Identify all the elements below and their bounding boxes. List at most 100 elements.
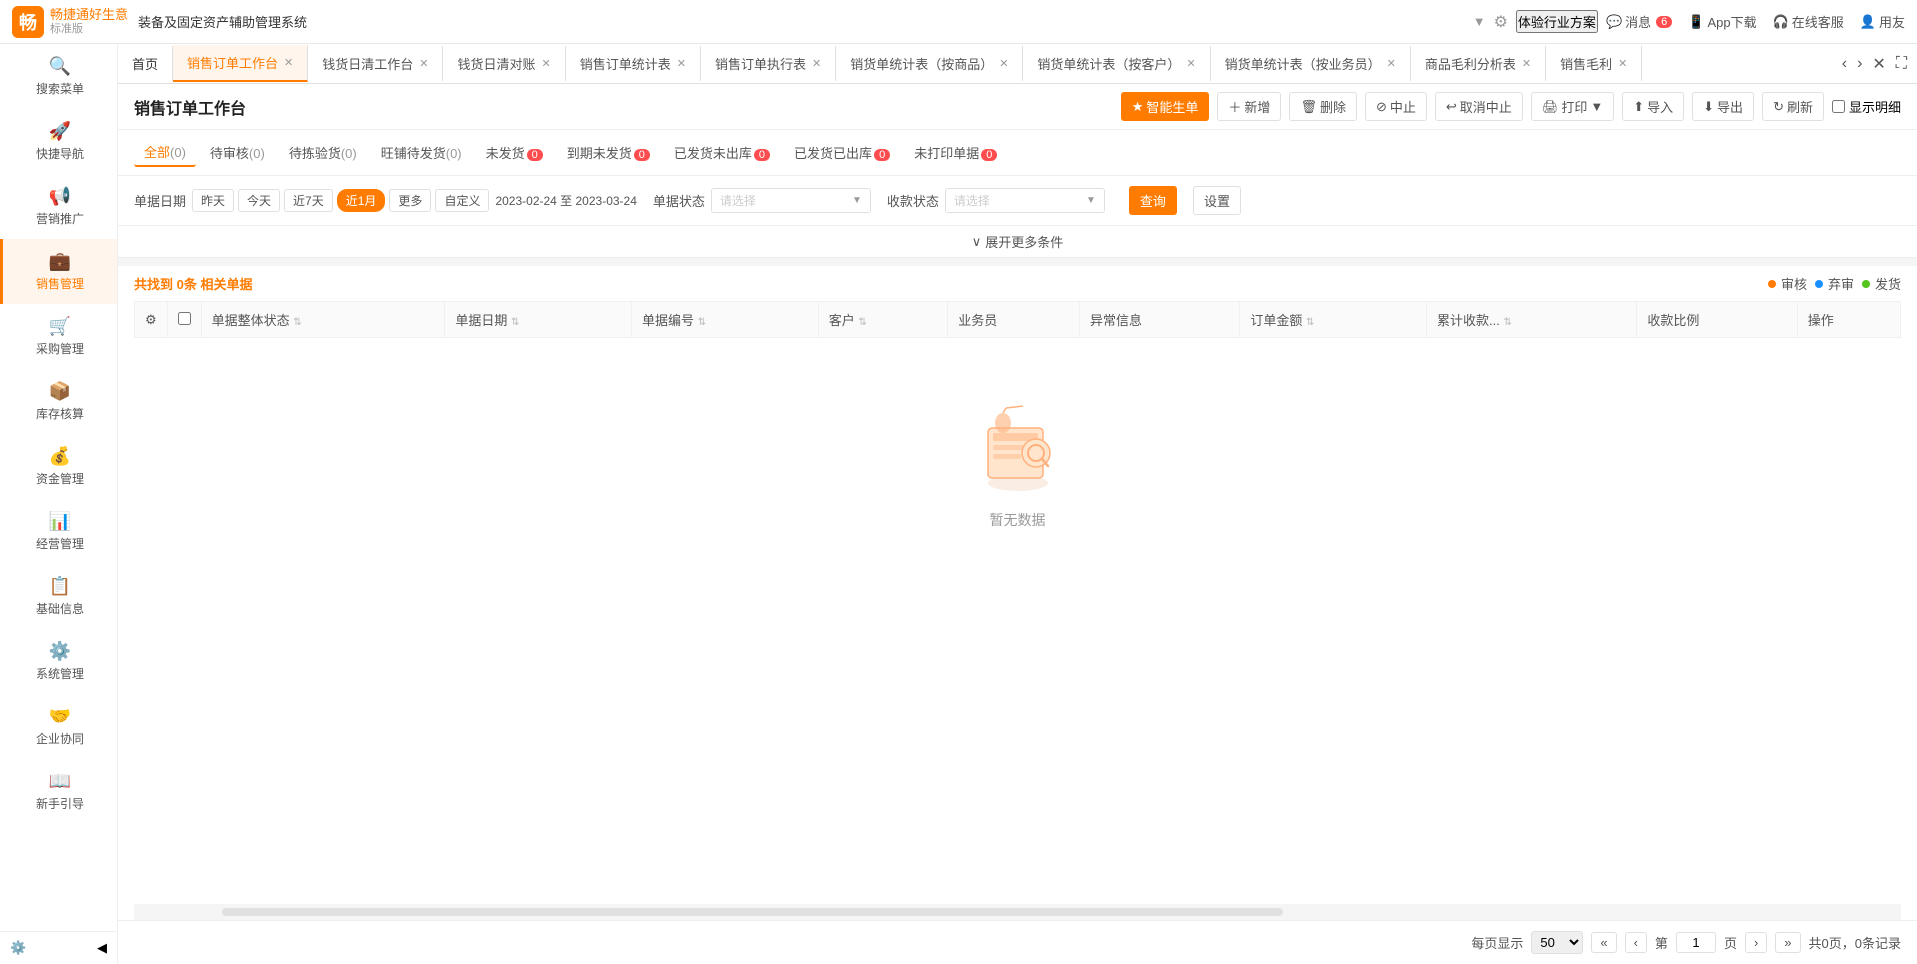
tab-cash-daily[interactable]: 钱货日清工作台 ✕ [308, 46, 443, 81]
filter-tab-wangpu-ship[interactable]: 旺铺待发货(0) [371, 139, 472, 166]
sort-customer-icon[interactable]: ⇅ [858, 317, 866, 328]
setting-button[interactable]: 设置 [1193, 186, 1241, 215]
print-button[interactable]: 🖨 打印 ▼ [1531, 92, 1614, 121]
sidebar-item-purchase[interactable]: 🛒 采购管理 [0, 304, 117, 369]
sidebar-item-finance[interactable]: 💰 资金管理 [0, 434, 117, 499]
horizontal-scrollbar[interactable] [134, 904, 1901, 920]
last-page-button[interactable]: » [1775, 932, 1800, 953]
expand-filter-button[interactable]: ∨ 展开更多条件 [972, 232, 1064, 251]
sidebar-item-guide[interactable]: 📖 新手引导 [0, 759, 117, 824]
sidebar-item-sales[interactable]: 💼 销售管理 [0, 239, 117, 304]
date-btn-today[interactable]: 今天 [238, 189, 280, 212]
tab-sales-stats[interactable]: 销售订单统计表 ✕ [566, 46, 701, 81]
sidebar-item-system[interactable]: ⚙️ 系统管理 [0, 629, 117, 694]
delete-button[interactable]: 🗑 删除 [1289, 92, 1357, 121]
show-detail-input[interactable] [1832, 100, 1845, 113]
sort-date-icon[interactable]: ⇅ [511, 317, 519, 328]
close-tab-icon[interactable]: ✕ [1387, 57, 1396, 70]
audit-action-button[interactable]: 审核 [1768, 274, 1807, 293]
rocket-icon: 🚀 [49, 121, 71, 142]
tab-cash-reconcile[interactable]: 钱货日清对账 ✕ [443, 46, 565, 81]
close-tab-icon[interactable]: ✕ [812, 57, 821, 70]
industry-solution-button[interactable]: 体验行业方案 [1516, 10, 1598, 33]
sidebar-item-quicknav[interactable]: 🚀 快捷导航 [0, 109, 117, 174]
query-button[interactable]: 查询 [1129, 186, 1177, 215]
online-service-button[interactable]: 🎧 在线客服 [1773, 12, 1844, 31]
sidebar-collapse-icon[interactable]: ◀ [97, 940, 107, 956]
filter-tab-shipped-not-out[interactable]: 已发货未出库0 [664, 139, 780, 166]
tab-sales-by-staff[interactable]: 销货单统计表（按业务员） ✕ [1211, 46, 1411, 81]
filter-tab-unshipped[interactable]: 未发货0 [476, 139, 553, 166]
sidebar-settings-icon[interactable]: ⚙️ [10, 940, 26, 956]
sort-received-icon[interactable]: ⇅ [1503, 317, 1511, 328]
close-tab-icon[interactable]: ✕ [677, 57, 686, 70]
dropdown-arrow-icon[interactable]: ▼ [1473, 14, 1486, 29]
close-tab-icon[interactable]: ✕ [542, 57, 551, 70]
smart-create-button[interactable]: ★ 智能生单 [1121, 92, 1210, 121]
tab-sales-by-product[interactable]: 销货单统计表（按商品） ✕ [836, 46, 1023, 81]
tab-sales-workbench[interactable]: 销售订单工作台 ✕ [173, 45, 308, 82]
filter-tab-shipped-out[interactable]: 已发货已出库0 [784, 139, 900, 166]
tab-fullscreen-icon[interactable]: ⛶ [1892, 53, 1911, 75]
filter-tab-pending-audit[interactable]: 待审核(0) [200, 139, 275, 166]
sidebar-item-search[interactable]: 🔍 搜索菜单 [0, 44, 117, 109]
stop-button[interactable]: ⊘ 中止 [1365, 92, 1427, 121]
sidebar-item-inventory[interactable]: 📦 库存核算 [0, 369, 117, 434]
tab-next-icon[interactable]: › [1853, 53, 1866, 75]
ship-action-button[interactable]: 发货 [1862, 274, 1901, 293]
print-dropdown-icon[interactable]: ▼ [1590, 99, 1603, 114]
settings-icon[interactable]: ⚙ [1494, 12, 1508, 32]
sort-amount-icon[interactable]: ⇅ [1306, 317, 1314, 328]
close-tab-icon[interactable]: ✕ [284, 56, 293, 69]
payment-select[interactable]: 请选择 ▼ [945, 188, 1105, 213]
filter-tab-all[interactable]: 全部(0) [134, 138, 196, 167]
app-download-button[interactable]: 📱 App下载 [1688, 12, 1756, 31]
scrollbar-thumb[interactable] [222, 908, 1282, 916]
date-btn-custom[interactable]: 自定义 [435, 189, 489, 212]
filter-tab-unprinted[interactable]: 未打印单据0 [904, 139, 1007, 166]
date-btn-yesterday[interactable]: 昨天 [192, 189, 234, 212]
column-gear[interactable]: ⚙ [135, 302, 168, 338]
refresh-button[interactable]: ↻ 刷新 [1762, 92, 1824, 121]
sidebar-item-marketing[interactable]: 📢 营销推广 [0, 174, 117, 239]
tab-home[interactable]: 首页 [118, 46, 173, 81]
add-button[interactable]: ＋ 新增 [1217, 92, 1281, 121]
sidebar-item-enterprise[interactable]: 🤝 企业协同 [0, 694, 117, 759]
select-all-checkbox[interactable] [178, 312, 191, 325]
column-checkbox[interactable] [167, 302, 201, 338]
close-tab-icon[interactable]: ✕ [1186, 57, 1195, 70]
user-button[interactable]: 👤 用友 [1860, 12, 1905, 31]
filter-tab-overdue[interactable]: 到期未发货0 [557, 139, 660, 166]
sidebar-item-basics[interactable]: 📋 基础信息 [0, 564, 117, 629]
sort-status-icon[interactable]: ⇅ [293, 317, 301, 328]
first-page-button[interactable]: « [1591, 932, 1616, 953]
filter-tab-pending-check[interactable]: 待拣验货(0) [279, 139, 367, 166]
export-button[interactable]: ⬇ 导出 [1692, 92, 1754, 121]
column-actions: 操作 [1797, 302, 1900, 338]
prev-page-button[interactable]: ‹ [1625, 932, 1647, 953]
sort-number-icon[interactable]: ⇅ [698, 317, 706, 328]
close-tab-icon[interactable]: ✕ [1618, 57, 1627, 70]
tab-close-all-icon[interactable]: ✕ [1868, 52, 1889, 76]
page-number-input[interactable] [1676, 932, 1716, 953]
show-detail-checkbox[interactable]: 显示明细 [1832, 97, 1901, 116]
import-button[interactable]: ⬆ 导入 [1622, 92, 1684, 121]
close-tab-icon[interactable]: ✕ [419, 57, 428, 70]
date-btn-7days[interactable]: 近7天 [284, 189, 333, 212]
tab-sales-by-customer[interactable]: 销货单统计表（按客户） ✕ [1023, 46, 1210, 81]
cancel-audit-action-button[interactable]: 弃审 [1815, 274, 1854, 293]
status-select[interactable]: 请选择 ▼ [711, 188, 871, 213]
date-btn-1month[interactable]: 近1月 [337, 189, 386, 212]
tab-sales-exec[interactable]: 销售订单执行表 ✕ [701, 46, 836, 81]
sidebar-item-operations[interactable]: 📊 经营管理 [0, 499, 117, 564]
tab-prev-icon[interactable]: ‹ [1838, 53, 1851, 75]
next-page-button[interactable]: › [1745, 932, 1767, 953]
date-btn-more[interactable]: 更多 [389, 189, 431, 212]
cancel-stop-button[interactable]: ↩ 取消中止 [1435, 92, 1523, 121]
tab-gross-profit[interactable]: 商品毛利分析表 ✕ [1411, 46, 1546, 81]
page-size-select[interactable]: 50 100 200 [1531, 931, 1583, 954]
message-button[interactable]: 💬 消息 6 [1606, 12, 1672, 31]
close-tab-icon[interactable]: ✕ [999, 57, 1008, 70]
close-tab-icon[interactable]: ✕ [1522, 57, 1531, 70]
tab-sales-profit[interactable]: 销售毛利 ✕ [1546, 46, 1642, 81]
